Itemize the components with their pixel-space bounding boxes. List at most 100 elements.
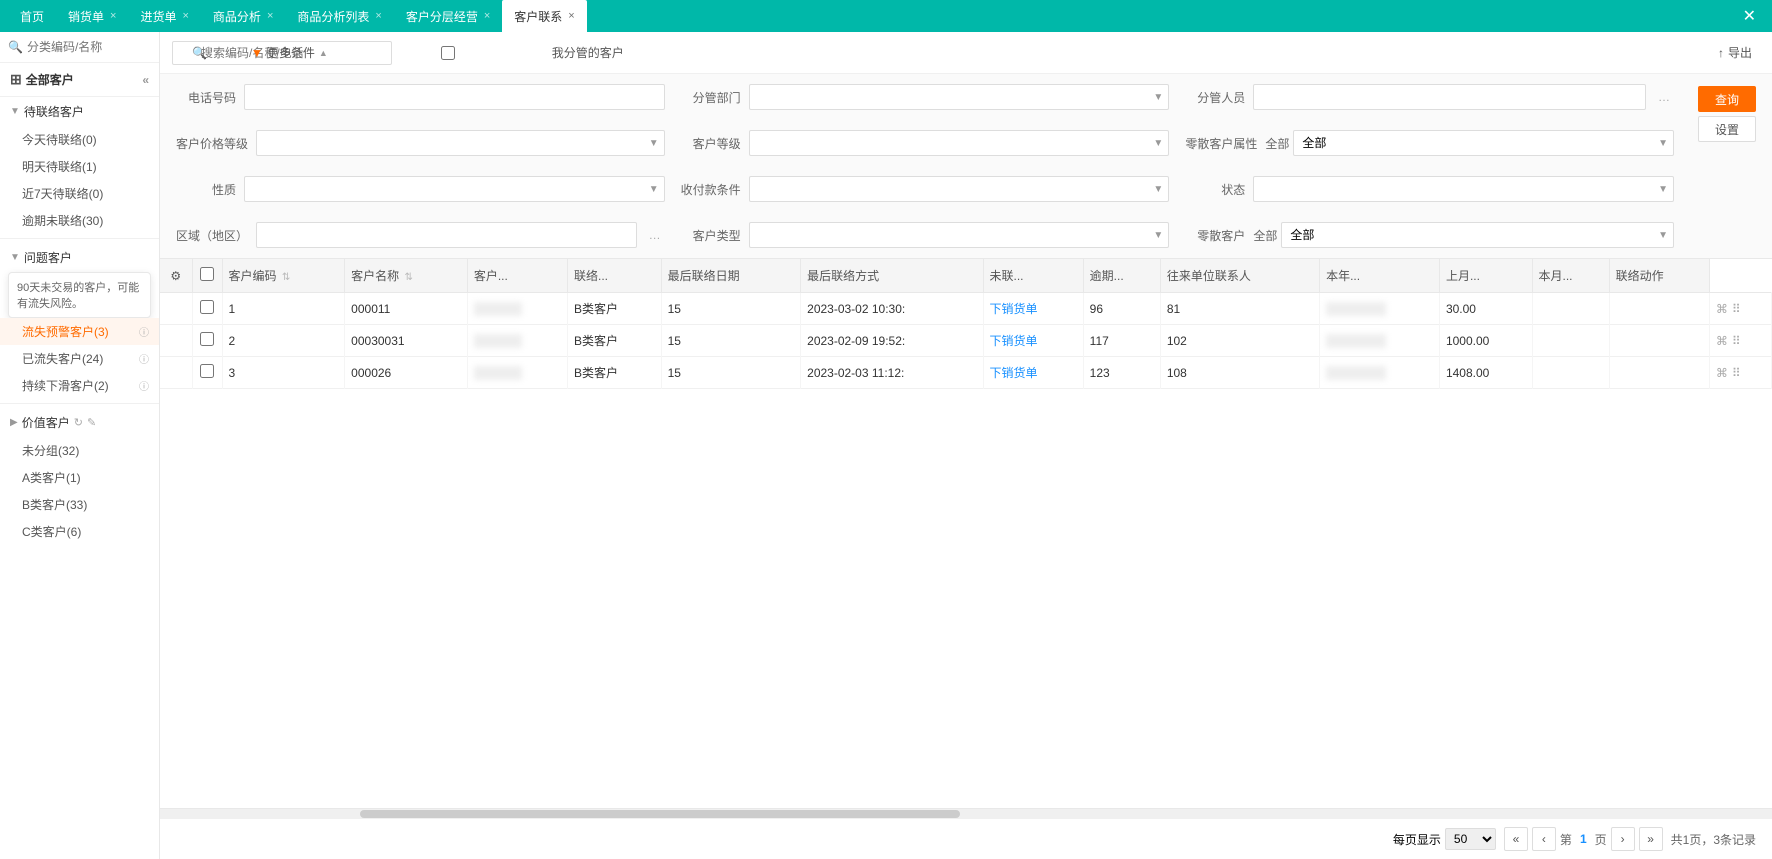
sidebar-all-customers-label[interactable]: 全部客户	[26, 71, 74, 88]
nature-select[interactable]	[244, 176, 665, 202]
sidebar-item-7day-pending[interactable]: 近7天待联络(0)	[0, 180, 159, 207]
col-overdue[interactable]: 逾期...	[1083, 259, 1160, 293]
prev-page-btn[interactable]: ‹	[1532, 827, 1556, 851]
manager-more-btn[interactable]: …	[1654, 86, 1674, 108]
filter-price-level: 客户价格等级 ▼	[176, 130, 665, 156]
edit-value-icon[interactable]: ✎	[87, 416, 96, 429]
row-last-method[interactable]: 下销货单	[983, 293, 1083, 325]
nav-product-analysis[interactable]: 商品分析 ×	[201, 0, 285, 32]
sidebar-collapse-icon[interactable]: «	[142, 73, 149, 87]
action-link-icon[interactable]: ⌘	[1716, 302, 1728, 316]
sidebar-item-declining[interactable]: 持续下滑客户(2) ⓘ	[0, 372, 159, 399]
sidebar-item-ungrouped[interactable]: 未分组(32)	[0, 437, 159, 464]
scrollbar-thumb[interactable]	[360, 810, 960, 818]
action-link-icon[interactable]: ⌘	[1716, 334, 1728, 348]
region-more-btn[interactable]: …	[645, 224, 665, 246]
advanced-filter-panel: 电话号码 分管部门 ▼ 分管人员	[160, 74, 1772, 259]
my-customers-checkbox[interactable]	[348, 46, 548, 60]
sidebar-search-input[interactable]	[27, 40, 160, 54]
row-checkbox[interactable]	[200, 332, 214, 346]
row-last-method[interactable]: 下销货单	[983, 357, 1083, 389]
nav-purchase-order[interactable]: 进货单 ×	[128, 0, 200, 32]
filter-row-3: 性质 ▼ 收付款条件 ▼	[176, 176, 1674, 202]
row-checkbox[interactable]	[200, 364, 214, 378]
col-last-date[interactable]: 最后联络日期	[661, 259, 801, 293]
row-last-method[interactable]: 下销货单	[983, 325, 1083, 357]
settings-button[interactable]: 设置	[1698, 116, 1756, 142]
last-page-btn[interactable]: »	[1639, 827, 1663, 851]
sidebar-item-today-pending[interactable]: 今天待联络(0)	[0, 126, 159, 153]
close-customer-contact[interactable]: ×	[568, 10, 574, 22]
sidebar-item-class-c[interactable]: C类客户(6)	[0, 518, 159, 545]
row-actions: ⌘ ⠿	[1709, 357, 1771, 389]
row-index: 3	[222, 357, 345, 389]
col-last-month[interactable]: 上月...	[1439, 259, 1532, 293]
refresh-icon[interactable]: ↻	[74, 416, 83, 429]
export-button[interactable]: ↑ 导出	[1710, 40, 1760, 65]
col-last-method[interactable]: 最后联络方式	[801, 259, 983, 293]
sidebar-group-value[interactable]: ▶ 价值客户 ↻ ✎	[0, 408, 159, 437]
sidebar-item-churn-warning[interactable]: 流失预警客户(3) ⓘ	[0, 318, 159, 345]
table-area: ⚙ 客户编码 ⇅ 客户名称 ⇅ 客户... 联络... 最后联络日期 最后联络方…	[160, 259, 1772, 808]
col-name[interactable]: 客户名称 ⇅	[345, 259, 468, 293]
sidebar-group-pending[interactable]: ▼ 待联络客户	[0, 97, 159, 126]
close-purchase-order[interactable]: ×	[182, 10, 188, 22]
sidebar: 🔍 ⊞ 全部客户 « ▼ 待联络客户 今天待联络(0) 明天待联络(1) 近7天…	[0, 32, 160, 859]
price-level-select[interactable]	[256, 130, 665, 156]
zero-attr-select[interactable]: 全部	[1293, 130, 1674, 156]
nav-customer-segmentation[interactable]: 客户分层经营 ×	[394, 0, 502, 32]
region-input[interactable]	[256, 222, 637, 248]
col-code[interactable]: 客户编码 ⇅	[222, 259, 345, 293]
first-page-btn[interactable]: «	[1504, 827, 1528, 851]
close-sales-order[interactable]: ×	[110, 10, 116, 22]
col-uncontacted[interactable]: 未联...	[983, 259, 1083, 293]
customer-type-select[interactable]	[749, 222, 1170, 248]
arrow-pending: ▼	[10, 106, 20, 117]
more-conditions-btn[interactable]: ▼ 更多条件 ▲	[243, 40, 336, 65]
zero-customer-select[interactable]: 全部	[1281, 222, 1674, 248]
my-customers-checkbox-label[interactable]: 我分管的客户	[348, 44, 624, 61]
sidebar-item-churned[interactable]: 已流失客户(24) ⓘ	[0, 345, 159, 372]
sidebar-group-problem[interactable]: ▼ 问题客户	[0, 243, 159, 272]
action-more-icon[interactable]: ⠿	[1732, 334, 1741, 348]
payment-select[interactable]	[749, 176, 1170, 202]
filter-payment: 收付款条件 ▼	[681, 176, 1170, 202]
sidebar-item-overdue-pending[interactable]: 逾期未联络(30)	[0, 207, 159, 234]
export-icon: ↑	[1718, 46, 1724, 60]
col-type[interactable]: 客户...	[467, 259, 567, 293]
col-contact[interactable]: 联络...	[568, 259, 662, 293]
customer-level-select[interactable]	[749, 130, 1170, 156]
col-this-month[interactable]: 本月...	[1532, 259, 1609, 293]
window-close-button[interactable]: ✕	[1735, 6, 1764, 26]
row-checkbox[interactable]	[200, 300, 214, 314]
query-button[interactable]: 查询	[1698, 86, 1756, 112]
sidebar-item-class-b[interactable]: B类客户(33)	[0, 491, 159, 518]
table-row: 3 000026 姓名数据 B类客户 15 2023-02-03 11:12: …	[160, 357, 1772, 389]
nav-sales-order[interactable]: 销货单 ×	[56, 0, 128, 32]
next-page-btn[interactable]: ›	[1611, 827, 1635, 851]
nav-home[interactable]: 首页	[8, 0, 56, 32]
status-select[interactable]	[1253, 176, 1674, 202]
nav-customer-contact[interactable]: 客户联系 ×	[502, 0, 586, 32]
sidebar-item-tomorrow-pending[interactable]: 明天待联络(1)	[0, 153, 159, 180]
col-settings[interactable]: ⚙	[160, 259, 192, 293]
sidebar-divider-1	[0, 238, 159, 239]
per-page-select[interactable]: 50 100 200	[1445, 828, 1496, 850]
dept-select[interactable]	[749, 84, 1170, 110]
action-more-icon[interactable]: ⠿	[1732, 302, 1741, 316]
nav-product-analysis-list[interactable]: 商品分析列表 ×	[285, 0, 393, 32]
zero-customer-value: 全部	[1253, 227, 1277, 244]
col-checkbox[interactable]	[192, 259, 222, 293]
close-customer-segmentation[interactable]: ×	[484, 10, 490, 22]
horizontal-scrollbar[interactable]	[160, 808, 1772, 818]
sidebar-item-class-a[interactable]: A类客户(1)	[0, 464, 159, 491]
col-contact-person[interactable]: 往来单位联系人	[1160, 259, 1319, 293]
action-more-icon[interactable]: ⠿	[1732, 366, 1741, 380]
action-link-icon[interactable]: ⌘	[1716, 366, 1728, 380]
col-this-year[interactable]: 本年...	[1320, 259, 1440, 293]
close-product-analysis-list[interactable]: ×	[375, 10, 381, 22]
phone-input[interactable]	[244, 84, 665, 110]
select-all-checkbox[interactable]	[200, 267, 214, 281]
manager-input[interactable]	[1253, 84, 1646, 110]
close-product-analysis[interactable]: ×	[267, 10, 273, 22]
